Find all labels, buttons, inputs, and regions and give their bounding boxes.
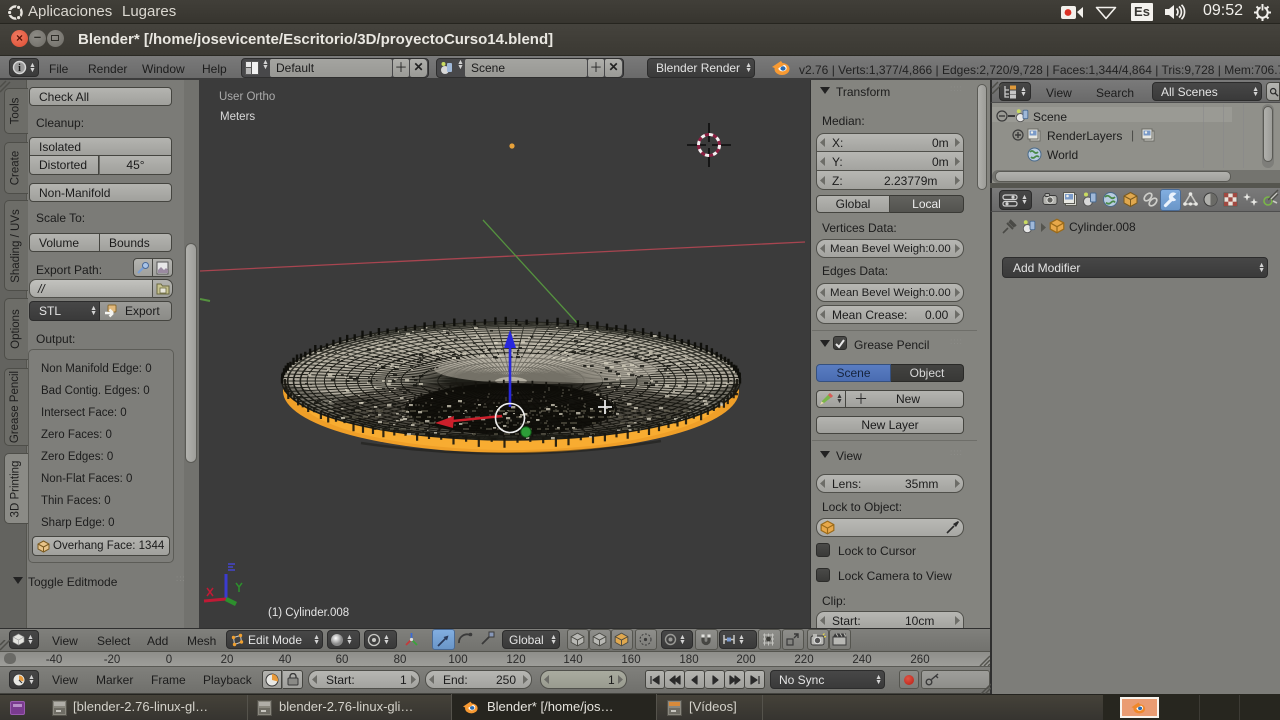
svg-text:220: 220 bbox=[794, 654, 813, 666]
svg-text:120: 120 bbox=[506, 654, 525, 666]
svg-text:60: 60 bbox=[336, 654, 349, 666]
svg-text:0: 0 bbox=[166, 654, 172, 666]
svg-text:i: i bbox=[18, 63, 21, 74]
svg-text:200: 200 bbox=[736, 654, 755, 666]
svg-text:-20: -20 bbox=[104, 654, 121, 666]
svg-text:20: 20 bbox=[221, 654, 234, 666]
svg-text:40: 40 bbox=[279, 654, 292, 666]
svg-text:160: 160 bbox=[621, 654, 640, 666]
svg-text:100: 100 bbox=[448, 654, 467, 666]
svg-text:180: 180 bbox=[679, 654, 698, 666]
svg-text:Meters: Meters bbox=[220, 111, 255, 123]
svg-text:User Ortho: User Ortho bbox=[219, 91, 275, 103]
svg-text:260: 260 bbox=[910, 654, 929, 666]
svg-text:80: 80 bbox=[394, 654, 407, 666]
svg-text:140: 140 bbox=[563, 654, 582, 666]
svg-text:(1) Cylinder.008: (1) Cylinder.008 bbox=[268, 607, 349, 619]
svg-text:240: 240 bbox=[852, 654, 871, 666]
svg-text:-40: -40 bbox=[46, 654, 63, 666]
